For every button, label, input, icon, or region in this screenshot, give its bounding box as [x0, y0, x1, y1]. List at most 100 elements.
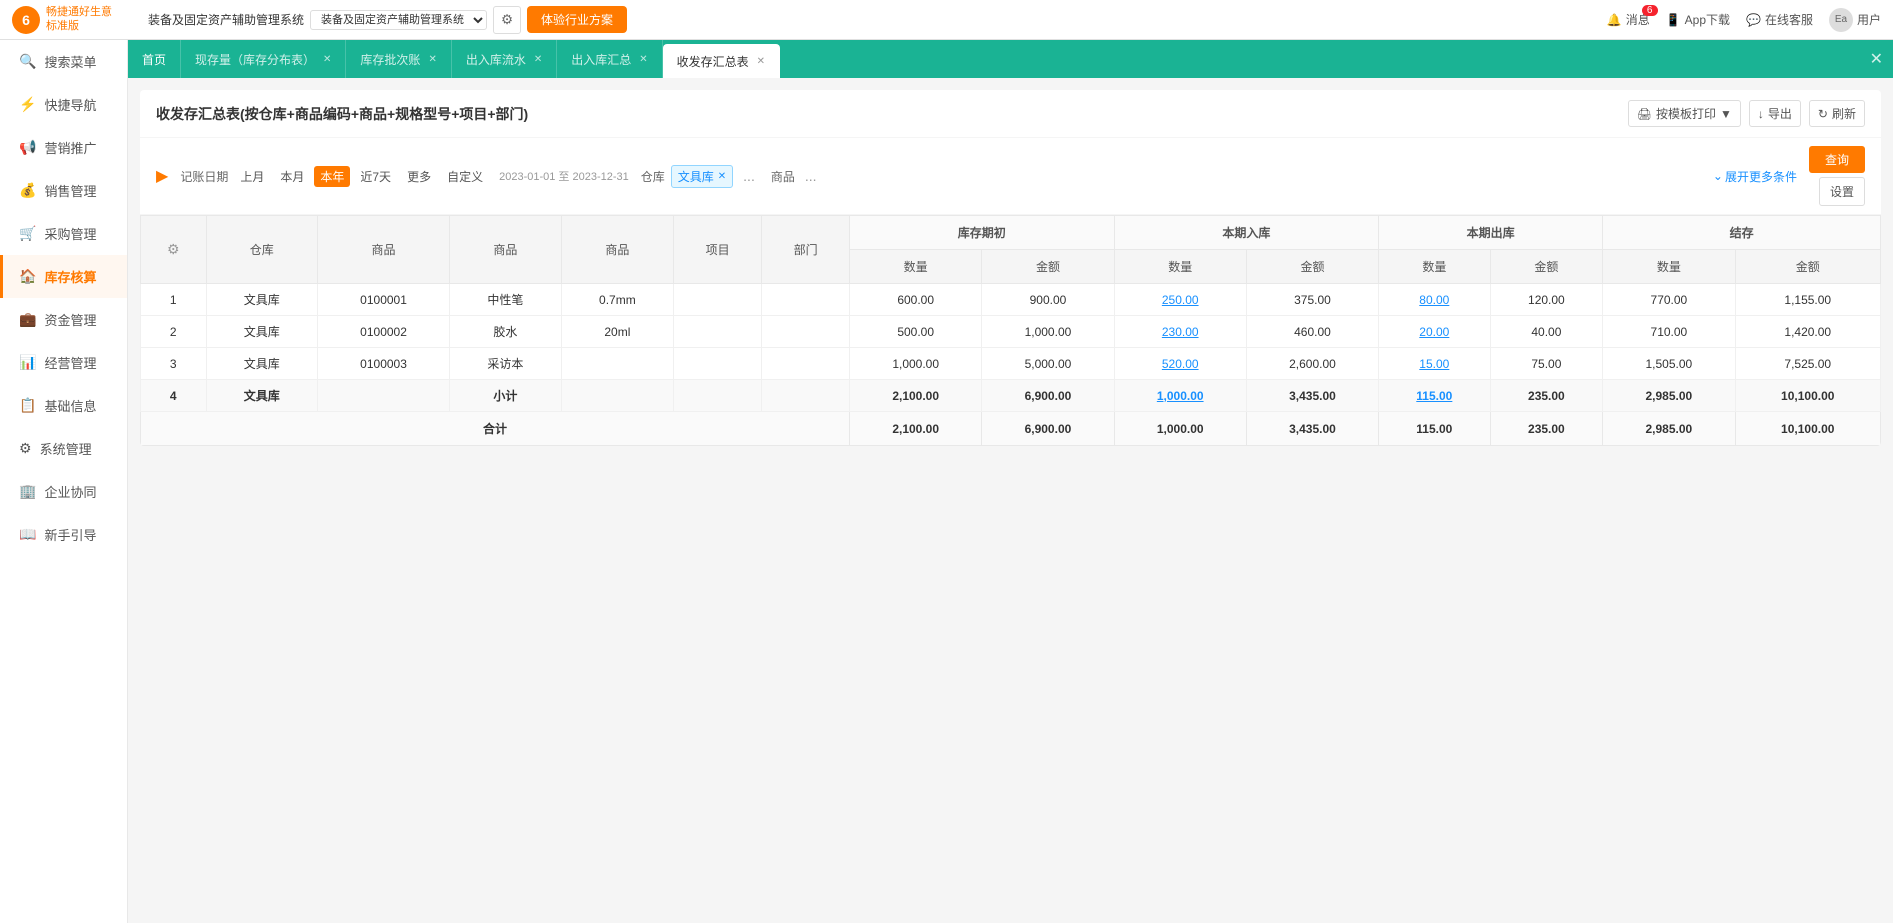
date-tab-custom[interactable]: 自定义 — [441, 166, 489, 187]
page-header: 收发存汇总表(按仓库+商品编码+商品+规格型号+项目+部门) 🖨 按模板打印 ▼… — [140, 90, 1881, 137]
expand-conditions-button[interactable]: ⌄ 展开更多条件 — [1713, 168, 1797, 185]
row-closing-qty: 710.00 — [1603, 316, 1735, 348]
footer-opening-qty: 2,100.00 — [850, 412, 982, 446]
query-button[interactable]: 查询 — [1809, 146, 1865, 173]
row-in-amt: 375.00 — [1246, 284, 1378, 316]
date-range-display: 2023-01-01 至 2023-12-31 — [499, 168, 629, 184]
sidebar-item-quick-nav[interactable]: ⚡ 快捷导航 — [0, 83, 127, 126]
tab-home[interactable]: 首页 — [128, 40, 181, 78]
expand-icon: ⌄ — [1713, 169, 1723, 183]
row-in-amt: 3,435.00 — [1246, 380, 1378, 412]
date-tab-this-year[interactable]: 本年 — [314, 166, 350, 187]
sidebar-item-business[interactable]: 📊 经营管理 — [0, 341, 127, 384]
sidebar-item-inventory[interactable]: 🏠 库存核算 — [0, 255, 127, 298]
tab-inventory-dist[interactable]: 现存量（库存分布表） ✕ — [181, 40, 346, 78]
tab-close-inventory-dist[interactable]: ✕ — [323, 54, 331, 65]
warehouse-tag-close[interactable]: ✕ — [718, 171, 726, 182]
table-settings-icon[interactable]: ⚙ — [167, 241, 180, 257]
row-closing-amt: 10,100.00 — [1735, 380, 1881, 412]
export-icon: ↓ — [1758, 107, 1764, 121]
row-out-amt: 75.00 — [1490, 348, 1603, 380]
tab-inout-summary[interactable]: 出入库汇总 ✕ — [557, 40, 662, 78]
sidebar-item-guide[interactable]: 📖 新手引导 — [0, 513, 127, 556]
tab-bar: 首页 现存量（库存分布表） ✕ 库存批次账 ✕ 出入库流水 ✕ 出入库汇总 ✕ … — [128, 40, 1893, 78]
print-button[interactable]: 🖨 按模板打印 ▼ — [1628, 100, 1741, 127]
col-in-qty: 数量 — [1114, 250, 1246, 284]
app-download-action[interactable]: 📱 App下载 — [1666, 11, 1730, 28]
tab-close-inout-flow[interactable]: ✕ — [534, 54, 542, 65]
filter-toggle-icon[interactable]: ▶ — [156, 166, 168, 186]
date-tab-this-month[interactable]: 本月 — [274, 166, 310, 187]
refresh-button[interactable]: ↻ 刷新 — [1809, 100, 1865, 127]
sidebar: 🔍 搜索菜单 ⚡ 快捷导航 📢 营销推广 💰 销售管理 🛒 采购管理 🏠 库存核… — [0, 40, 128, 923]
system-selector[interactable]: 装备及固定资产辅助管理系统 — [310, 10, 487, 30]
tab-inout-flow[interactable]: 出入库流水 ✕ — [452, 40, 557, 78]
warehouse-more-icon[interactable]: ... — [743, 168, 755, 184]
sidebar-item-finance[interactable]: 💼 资金管理 — [0, 298, 127, 341]
row-out-qty[interactable]: 115.00 — [1379, 380, 1490, 412]
row-product-code: 0100001 — [317, 284, 449, 316]
product-more-icon[interactable]: ... — [805, 168, 817, 184]
tab-batch[interactable]: 库存批次账 ✕ — [346, 40, 451, 78]
briefcase-icon: 💼 — [19, 311, 36, 328]
bell-icon: 🔔 — [1607, 13, 1622, 27]
system-area: 装备及固定资产辅助管理系统 装备及固定资产辅助管理系统 ⚙ 体验行业方案 — [148, 6, 1599, 34]
tab-close-inout-summary[interactable]: ✕ — [639, 54, 647, 65]
user-action[interactable]: Ea 用户 — [1829, 8, 1881, 32]
row-product-code: 0100002 — [317, 316, 449, 348]
row-department — [762, 348, 850, 380]
row-warehouse: 文具库 — [206, 380, 317, 412]
footer-out-qty: 115.00 — [1379, 412, 1490, 446]
row-out-qty[interactable]: 80.00 — [1379, 284, 1490, 316]
row-in-qty[interactable]: 250.00 — [1114, 284, 1246, 316]
date-tab-last-month[interactable]: 上月 — [234, 166, 270, 187]
table-row: 4文具库小计2,100.006,900.001,000.003,435.0011… — [141, 380, 1881, 412]
date-tab-7days[interactable]: 近7天 — [354, 166, 397, 187]
warehouse-filter-label: 仓库 — [641, 168, 665, 185]
row-opening-qty: 500.00 — [850, 316, 982, 348]
filter-setting-button[interactable]: 设置 — [1819, 177, 1865, 206]
top-bar: 6 畅捷通好生意 标准版 装备及固定资产辅助管理系统 装备及固定资产辅助管理系统… — [0, 0, 1893, 40]
footer-in-amt: 3,435.00 — [1246, 412, 1378, 446]
export-button[interactable]: ↓ 导出 — [1749, 100, 1801, 127]
row-in-qty[interactable]: 520.00 — [1114, 348, 1246, 380]
row-out-amt: 235.00 — [1490, 380, 1603, 412]
col-in-amt: 金额 — [1246, 250, 1378, 284]
online-service-action[interactable]: 💬 在线客服 — [1746, 11, 1813, 28]
logo-icon: 6 — [12, 6, 40, 34]
close-all-tabs-button[interactable]: ✕ — [1870, 49, 1883, 69]
col-group-in: 本期入库 — [1114, 216, 1379, 250]
gear-icon: ⚙ — [19, 440, 32, 457]
row-warehouse: 文具库 — [206, 348, 317, 380]
col-settings[interactable]: ⚙ — [141, 216, 207, 284]
sidebar-item-marketing[interactable]: 📢 营销推广 — [0, 126, 127, 169]
tab-close-batch[interactable]: ✕ — [428, 54, 436, 65]
table-row: 2文具库0100002胶水20ml500.001,000.00230.00460… — [141, 316, 1881, 348]
sidebar-item-sales[interactable]: 💰 销售管理 — [0, 169, 127, 212]
row-project — [674, 380, 762, 412]
col-department: 部门 — [762, 216, 850, 284]
sidebar-item-search[interactable]: 🔍 搜索菜单 — [0, 40, 127, 83]
search-icon: 🔍 — [19, 53, 36, 70]
tab-bar-end: ✕ — [780, 49, 1893, 69]
row-department — [762, 380, 850, 412]
row-in-qty[interactable]: 230.00 — [1114, 316, 1246, 348]
row-closing-amt: 1,155.00 — [1735, 284, 1881, 316]
tab-close-recv-send-summary[interactable]: ✕ — [757, 56, 765, 67]
gear-button[interactable]: ⚙ — [493, 6, 521, 34]
row-in-qty[interactable]: 1,000.00 — [1114, 380, 1246, 412]
sidebar-item-system[interactable]: ⚙ 系统管理 — [0, 427, 127, 470]
notifications-action[interactable]: 🔔 6 消息 — [1607, 11, 1650, 28]
trial-button[interactable]: 体验行业方案 — [527, 6, 627, 33]
row-opening-qty: 2,100.00 — [850, 380, 982, 412]
warehouse-tag[interactable]: 文具库 ✕ — [671, 165, 733, 188]
cart-icon: 🛒 — [19, 225, 36, 242]
sidebar-item-purchase[interactable]: 🛒 采购管理 — [0, 212, 127, 255]
tab-recv-send-summary[interactable]: 收发存汇总表 ✕ — [663, 44, 780, 78]
row-out-qty[interactable]: 15.00 — [1379, 348, 1490, 380]
date-tab-more[interactable]: 更多 — [401, 166, 437, 187]
row-out-qty[interactable]: 20.00 — [1379, 316, 1490, 348]
avatar: Ea — [1829, 8, 1853, 32]
sidebar-item-enterprise[interactable]: 🏢 企业协同 — [0, 470, 127, 513]
sidebar-item-basic[interactable]: 📋 基础信息 — [0, 384, 127, 427]
